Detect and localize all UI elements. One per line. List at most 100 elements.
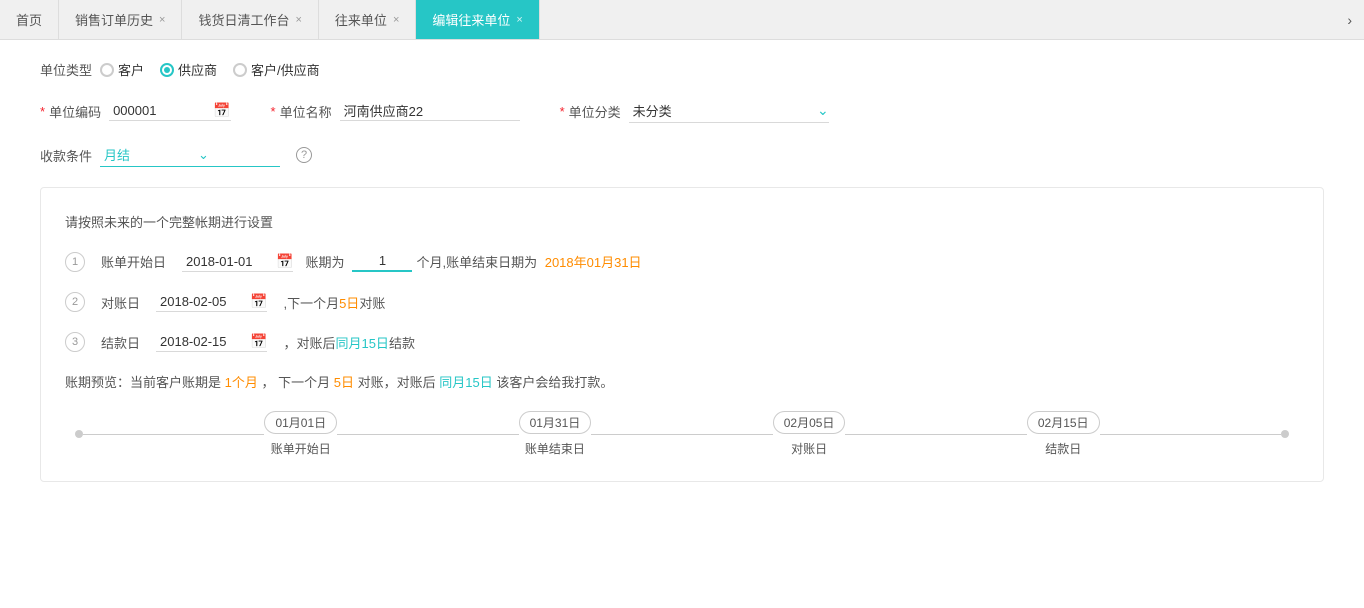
timeline-label-3: 对账日 <box>791 440 827 457</box>
tabs-bar: 首页 销售订单历史 × 钱货日清工作台 × 往来单位 × 编辑往来单位 × › <box>0 0 1364 40</box>
radio-both-label: 客户/供应商 <box>251 60 320 79</box>
dropdown-arrow-icon: ⌄ <box>817 102 829 119</box>
preview-period: 1个月 <box>225 375 258 390</box>
radio-supplier-label: 供应商 <box>178 60 217 79</box>
preview-reconcile-day: 5日 <box>334 375 354 390</box>
radio-circle-customer <box>100 63 114 77</box>
timeline-line-4 <box>845 434 1026 435</box>
unit-name-input[interactable] <box>340 101 520 121</box>
step-label-3: 结款日 <box>101 333 140 352</box>
step-row-2: 2 对账日 📅 ,下一个月5日对账 <box>65 292 1299 312</box>
payment-terms-value: 月结 <box>100 143 134 166</box>
radio-customer[interactable]: 客户 <box>100 60 144 79</box>
timeline-badge-2: 01月31日 <box>519 411 592 434</box>
timeline-line-2 <box>337 434 518 435</box>
close-icon[interactable]: × <box>295 14 301 26</box>
timeline-point-4: 02月15日 结款日 <box>1027 411 1100 457</box>
step-row-3: 3 结款日 📅 ，对账后同月15日结款 <box>65 332 1299 352</box>
timeline-badge-3: 02月05日 <box>773 411 846 434</box>
step-row-1: 1 账单开始日 📅 账期为 个月,账单结束日期为 2018年01月31日 <box>65 251 1299 272</box>
timeline-badge-4: 02月15日 <box>1027 411 1100 434</box>
calendar-icon-3[interactable]: 📅 <box>250 333 267 350</box>
step-1-date-field[interactable] <box>182 252 272 271</box>
step-3-text: ，对账后同月15日结款 <box>283 333 415 352</box>
tab-sales-history-label: 销售订单历史 <box>75 10 153 29</box>
unit-code-input[interactable] <box>109 101 209 120</box>
calendar-icon-2[interactable]: 📅 <box>250 293 267 310</box>
tab-home-label: 首页 <box>16 10 42 29</box>
unit-info-row: * 单位编码 📅 * 单位名称 * 单位分类 未分类 ⌄ <box>40 99 1324 123</box>
preview-text: 账期预览：当前客户账期是 1个月 ， 下一个月 5日 对账，对账后 同月15日 … <box>65 372 1299 391</box>
timeline-line-3 <box>591 434 772 435</box>
unit-type-row: 单位类型 客户 供应商 客户/供应商 <box>40 60 1324 79</box>
tab-sales-history[interactable]: 销售订单历史 × <box>59 0 182 39</box>
timeline-label-4: 结款日 <box>1045 440 1081 457</box>
dropdown-chevron-icon: ⌄ <box>194 145 213 165</box>
radio-customer-label: 客户 <box>118 60 144 79</box>
radio-both[interactable]: 客户/供应商 <box>233 60 320 79</box>
close-icon[interactable]: × <box>516 14 522 26</box>
timeline-label-1: 账单开始日 <box>271 440 331 457</box>
unit-name-group: * 单位名称 <box>271 101 520 121</box>
tab-edit-units[interactable]: 编辑往来单位 × <box>416 0 539 39</box>
unit-code-group: * 单位编码 📅 <box>40 101 231 121</box>
help-icon[interactable]: ? <box>296 147 312 163</box>
payment-terms-label: 收款条件 <box>40 146 92 165</box>
step-3-date-field[interactable] <box>156 332 246 351</box>
tab-cashflow-label: 钱货日清工作台 <box>198 10 289 29</box>
tab-cashflow[interactable]: 钱货日清工作台 × <box>182 0 318 39</box>
radio-supplier[interactable]: 供应商 <box>160 60 217 79</box>
unit-category-dropdown[interactable]: 未分类 ⌄ <box>629 99 829 123</box>
timeline-label-2: 账单结束日 <box>525 440 585 457</box>
required-star: * <box>560 104 565 119</box>
timeline: 01月01日 账单开始日 01月31日 账单结束日 02月05日 对账日 02月… <box>65 411 1299 457</box>
step-2-highlight: 5日 <box>339 296 359 311</box>
unit-category-group: * 单位分类 未分类 ⌄ <box>560 99 829 123</box>
timeline-line-1 <box>83 434 264 435</box>
step-2-date-field[interactable] <box>156 292 246 311</box>
calendar-icon-1[interactable]: 📅 <box>276 253 293 270</box>
payment-terms-dropdown[interactable]: 月结 ⌄ <box>100 143 280 167</box>
tab-units[interactable]: 往来单位 × <box>319 0 416 39</box>
timeline-badge-1: 01月01日 <box>264 411 337 434</box>
close-icon[interactable]: × <box>393 14 399 26</box>
step-num-3: 3 <box>65 332 85 352</box>
step-1-suffix-after: 个月,账单结束日期为 2018年01月31日 <box>416 252 641 271</box>
required-star: * <box>40 104 45 119</box>
unit-name-label: 单位名称 <box>280 102 332 121</box>
timeline-point-2: 01月31日 账单结束日 <box>519 411 592 457</box>
payment-terms-row: 收款条件 月结 ⌄ ? <box>40 143 1324 167</box>
unit-category-value: 未分类 <box>629 99 817 122</box>
unit-type-label: 单位类型 <box>40 60 92 79</box>
step-2-date-input: 📅 <box>156 292 267 312</box>
step-num-1: 1 <box>65 252 85 272</box>
timeline-point-3: 02月05日 对账日 <box>773 411 846 457</box>
timeline-end-dot <box>1281 430 1289 438</box>
tab-home[interactable]: 首页 <box>0 0 59 39</box>
unit-type-radio-group: 客户 供应商 客户/供应商 <box>100 60 320 79</box>
timeline-point-1: 01月01日 账单开始日 <box>264 411 337 457</box>
step-3-highlight: 同月15日 <box>335 336 388 351</box>
radio-circle-both <box>233 63 247 77</box>
required-star: * <box>271 104 276 119</box>
main-content: 单位类型 客户 供应商 客户/供应商 * 单位编码 📅 <box>0 40 1364 608</box>
preview-payment-day: 同月15日 <box>439 375 492 390</box>
step-label-2: 对账日 <box>101 293 140 312</box>
calendar-icon[interactable]: 📅 <box>213 102 230 119</box>
timeline-start-dot <box>75 430 83 438</box>
tab-units-label: 往来单位 <box>335 10 387 29</box>
tab-scroll-right[interactable]: › <box>1335 0 1364 39</box>
step-num-2: 2 <box>65 292 85 312</box>
settings-panel: 请按照未来的一个完整帐期进行设置 1 账单开始日 📅 账期为 个月,账单结束日期… <box>40 187 1324 482</box>
step-1-suffix-before: 账期为 <box>305 252 344 271</box>
step-label-1: 账单开始日 <box>101 252 166 271</box>
end-date-highlight: 2018年01月31日 <box>545 255 642 270</box>
unit-category-label: 单位分类 <box>569 102 621 121</box>
close-icon[interactable]: × <box>159 14 165 26</box>
unit-code-input-wrapper: 📅 <box>109 101 230 121</box>
tab-edit-units-label: 编辑往来单位 <box>432 10 510 29</box>
period-input[interactable] <box>352 251 412 272</box>
step-1-date-input: 📅 <box>182 252 293 272</box>
unit-code-label: 单位编码 <box>49 102 101 121</box>
step-2-text: ,下一个月5日对账 <box>283 293 385 312</box>
